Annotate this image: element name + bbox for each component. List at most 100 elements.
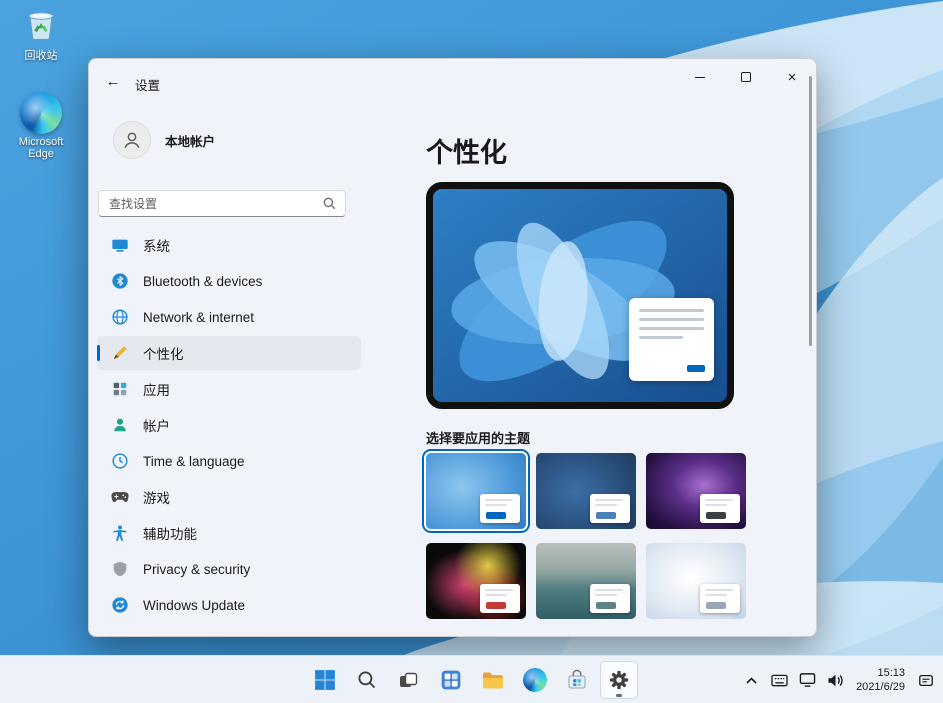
theme-thumbnail-3[interactable] — [646, 453, 746, 529]
sidebar-item-accounts[interactable]: 帐户 — [97, 408, 361, 442]
desktop-icon-label: 回收站 — [10, 47, 72, 63]
widgets-button[interactable] — [432, 661, 470, 699]
system-tray: 15:13 2021/6/29 — [738, 656, 939, 703]
page-title: 个性化 — [426, 131, 507, 170]
sidebar-item-privacy-security[interactable]: Privacy & security — [97, 552, 361, 586]
network-icon — [799, 672, 816, 688]
minimize-icon — [695, 77, 705, 78]
volume-icon — [827, 673, 844, 688]
shield-icon — [111, 560, 129, 578]
sidebar-item-system[interactable]: 系统 — [97, 228, 361, 262]
sidebar-item-label: 系统 — [143, 235, 170, 255]
chevron-up-icon — [745, 676, 758, 685]
titlebar[interactable]: ← 设置 × — [89, 59, 816, 99]
sidebar-item-apps[interactable]: 应用 — [97, 372, 361, 406]
minimize-button[interactable] — [677, 60, 723, 94]
sidebar-item-windows-update[interactable]: Windows Update — [97, 588, 361, 622]
file-explorer-button[interactable] — [474, 661, 512, 699]
network-button[interactable] — [794, 662, 820, 698]
search-button[interactable] — [348, 661, 386, 699]
theme-accent-swatch — [706, 602, 726, 609]
theme-mini-card — [700, 584, 740, 613]
notification-center-button[interactable] — [913, 662, 939, 698]
store-button[interactable] — [558, 661, 596, 699]
desktop-icon-recycle-bin[interactable]: 回收站 — [10, 6, 72, 63]
edge-icon — [20, 92, 62, 134]
sidebar-item-accessibility[interactable]: 辅助功能 — [97, 516, 361, 550]
desktop-icon-label: Microsoft Edge — [10, 136, 72, 160]
bluetooth-icon — [111, 272, 129, 290]
volume-button[interactable] — [822, 662, 848, 698]
folder-icon — [481, 670, 505, 691]
apps-grid-icon — [111, 380, 129, 398]
taskbar: 15:13 2021/6/29 — [0, 655, 943, 703]
account-row[interactable]: 本地帐户 — [113, 121, 215, 159]
sidebar-item-time-language[interactable]: Time & language — [97, 444, 361, 478]
theme-accent-swatch — [706, 512, 726, 519]
theme-thumbnail-6[interactable] — [646, 543, 746, 619]
theme-thumbnail-4[interactable] — [426, 543, 526, 619]
sidebar-item-label: Privacy & security — [143, 562, 250, 577]
recycle-bin-icon — [10, 6, 72, 45]
accounts-person-icon — [111, 416, 129, 434]
theme-grid — [426, 453, 746, 619]
sidebar-item-label: Network & internet — [143, 310, 254, 325]
brush-icon — [111, 344, 129, 362]
person-icon — [121, 129, 143, 151]
accessibility-icon — [111, 524, 129, 542]
back-button[interactable]: ← — [99, 70, 127, 92]
tray-chevron-button[interactable] — [738, 662, 764, 698]
update-icon — [111, 596, 129, 614]
window-title: 设置 — [135, 75, 160, 94]
edge-button[interactable] — [516, 661, 554, 699]
gamepad-icon — [111, 488, 129, 506]
maximize-button[interactable] — [723, 60, 769, 94]
sidebar-item-label: Bluetooth & devices — [143, 274, 262, 289]
search-input[interactable] — [99, 197, 323, 211]
sidebar-item-label: Time & language — [143, 454, 245, 469]
theme-accent-swatch — [486, 602, 506, 609]
close-icon: × — [788, 70, 797, 85]
clock-date: 2021/6/29 — [856, 680, 905, 694]
search-box — [98, 190, 346, 217]
window-scrollbar[interactable] — [809, 76, 812, 346]
theme-mini-card — [480, 494, 520, 523]
sidebar-item-bluetooth-devices[interactable]: Bluetooth & devices — [97, 264, 361, 298]
taskbar-center — [306, 661, 638, 699]
ime-button[interactable] — [766, 662, 792, 698]
theme-preview-accent-button — [687, 365, 705, 372]
keyboard-icon — [771, 673, 788, 688]
sidebar-item-personalization[interactable]: 个性化 — [97, 336, 361, 370]
desktop-icon-edge[interactable]: Microsoft Edge — [10, 92, 72, 160]
theme-preview-frame — [426, 182, 734, 409]
theme-mini-card — [480, 584, 520, 613]
windows-logo-icon — [314, 669, 336, 691]
sidebar-item-label: 个性化 — [143, 343, 184, 363]
settings-window: ← 设置 × 本地帐户 — [88, 58, 817, 637]
theme-mini-card — [590, 584, 630, 613]
theme-thumbnail-5[interactable] — [536, 543, 636, 619]
theme-thumbnail-2[interactable] — [536, 453, 636, 529]
theme-thumbnail-1[interactable] — [426, 453, 526, 529]
clock-time: 15:13 — [856, 666, 905, 680]
maximize-icon — [741, 72, 751, 82]
sidebar-item-gaming[interactable]: 游戏 — [97, 480, 361, 514]
theme-accent-swatch — [596, 602, 616, 609]
taskbar-clock[interactable]: 15:13 2021/6/29 — [850, 666, 911, 694]
sidebar-item-network-internet[interactable]: Network & internet — [97, 300, 361, 334]
search-icon — [323, 197, 336, 210]
clock-icon — [111, 452, 129, 470]
system-icon — [111, 236, 129, 254]
task-view-button[interactable] — [390, 661, 428, 699]
account-name: 本地帐户 — [165, 131, 215, 150]
sidebar: 系统 Bluetooth & devices Network & interne… — [97, 228, 361, 622]
settings-button[interactable] — [600, 661, 638, 699]
sidebar-item-label: 应用 — [143, 379, 170, 399]
start-button[interactable] — [306, 661, 344, 699]
theme-accent-swatch — [596, 512, 616, 519]
edge-icon — [523, 668, 547, 692]
gear-icon — [608, 669, 630, 691]
search-icon — [357, 670, 377, 690]
themes-section-label: 选择要应用的主题 — [426, 428, 530, 447]
avatar — [113, 121, 151, 159]
